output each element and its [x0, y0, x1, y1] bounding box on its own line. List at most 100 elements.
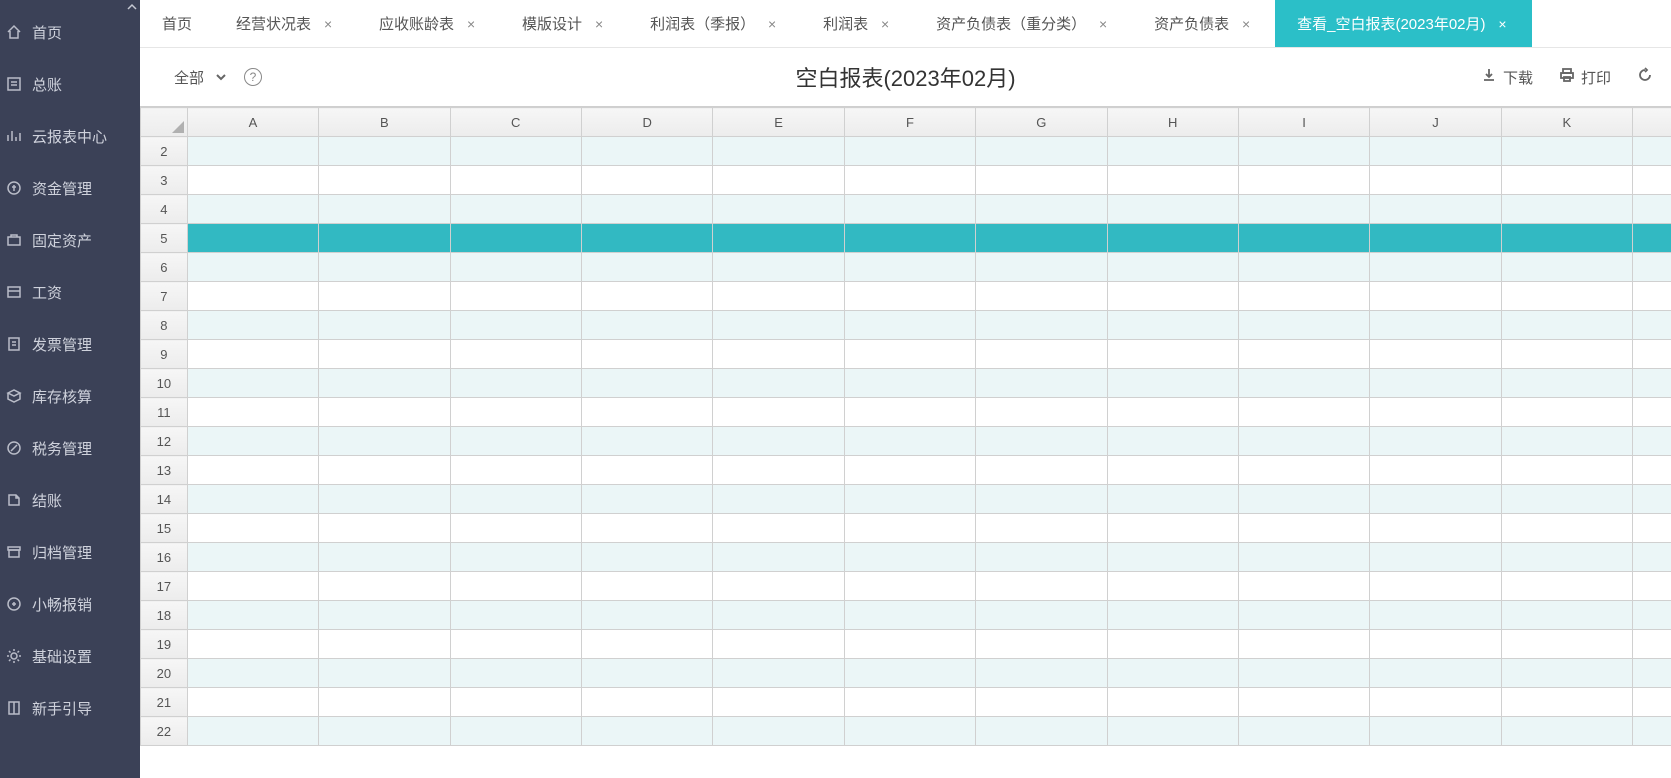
cell[interactable] — [319, 137, 450, 166]
cell[interactable] — [1370, 601, 1501, 630]
cell[interactable] — [450, 688, 581, 717]
cell[interactable] — [976, 427, 1107, 456]
row-header-4[interactable]: 4 — [141, 195, 188, 224]
cell[interactable] — [1633, 601, 1671, 630]
cell[interactable] — [1633, 282, 1671, 311]
cell[interactable] — [581, 311, 712, 340]
cell[interactable] — [976, 717, 1107, 746]
cell[interactable] — [1107, 166, 1238, 195]
cell[interactable] — [713, 340, 844, 369]
cell[interactable] — [581, 166, 712, 195]
cell[interactable] — [1501, 456, 1632, 485]
cell[interactable] — [713, 195, 844, 224]
cell[interactable] — [713, 485, 844, 514]
cell[interactable] — [319, 340, 450, 369]
cell[interactable] — [187, 137, 318, 166]
refresh-button[interactable] — [1637, 67, 1651, 87]
cell[interactable] — [976, 659, 1107, 688]
cell[interactable] — [581, 195, 712, 224]
cell[interactable] — [1107, 485, 1238, 514]
cell[interactable] — [1370, 253, 1501, 282]
cell[interactable] — [713, 514, 844, 543]
tab-5[interactable]: 利润表× — [801, 0, 914, 47]
cell[interactable] — [1370, 717, 1501, 746]
cell[interactable] — [713, 717, 844, 746]
row-header-13[interactable]: 13 — [141, 456, 188, 485]
cell[interactable] — [581, 340, 712, 369]
cell[interactable] — [1238, 253, 1369, 282]
cell[interactable] — [1370, 630, 1501, 659]
cell[interactable] — [1370, 659, 1501, 688]
cell[interactable] — [976, 398, 1107, 427]
cell[interactable] — [450, 311, 581, 340]
cell[interactable] — [1501, 282, 1632, 311]
cell[interactable] — [187, 485, 318, 514]
cell[interactable] — [1238, 137, 1369, 166]
cell[interactable] — [1107, 456, 1238, 485]
cell[interactable] — [1238, 572, 1369, 601]
cell[interactable] — [1501, 717, 1632, 746]
cell[interactable] — [450, 427, 581, 456]
cell[interactable] — [1370, 398, 1501, 427]
sidebar-item-6[interactable]: 发票管理 — [0, 318, 140, 370]
cell[interactable] — [1107, 601, 1238, 630]
cell[interactable] — [187, 717, 318, 746]
cell[interactable] — [1633, 311, 1671, 340]
cell[interactable] — [187, 630, 318, 659]
cell[interactable] — [1501, 514, 1632, 543]
cell[interactable] — [187, 253, 318, 282]
cell[interactable] — [1107, 137, 1238, 166]
cell[interactable] — [1370, 543, 1501, 572]
cell[interactable] — [844, 688, 975, 717]
cell[interactable] — [187, 514, 318, 543]
row-header-22[interactable]: 22 — [141, 717, 188, 746]
close-icon[interactable]: × — [878, 16, 892, 32]
cell[interactable] — [319, 659, 450, 688]
cell[interactable] — [1501, 340, 1632, 369]
cell[interactable] — [581, 601, 712, 630]
tab-4[interactable]: 利润表（季报）× — [628, 0, 801, 47]
cell[interactable] — [1633, 195, 1671, 224]
cell[interactable] — [713, 456, 844, 485]
sidebar-item-4[interactable]: 固定资产 — [0, 214, 140, 266]
cell[interactable] — [1238, 485, 1369, 514]
cell[interactable] — [1107, 398, 1238, 427]
row-header-6[interactable]: 6 — [141, 253, 188, 282]
row-header-14[interactable]: 14 — [141, 485, 188, 514]
cell[interactable] — [976, 137, 1107, 166]
cell[interactable] — [713, 137, 844, 166]
cell[interactable] — [319, 282, 450, 311]
cell[interactable] — [713, 224, 844, 253]
col-header-A[interactable]: A — [187, 108, 318, 137]
col-header-K[interactable]: K — [1501, 108, 1632, 137]
cell[interactable] — [319, 572, 450, 601]
cell[interactable] — [1370, 224, 1501, 253]
cell[interactable] — [581, 137, 712, 166]
sidebar-item-13[interactable]: 新手引导 — [0, 682, 140, 734]
cell[interactable] — [713, 311, 844, 340]
cell[interactable] — [187, 688, 318, 717]
cell[interactable] — [1107, 369, 1238, 398]
row-header-20[interactable]: 20 — [141, 659, 188, 688]
cell[interactable] — [450, 630, 581, 659]
cell[interactable] — [187, 282, 318, 311]
cell[interactable] — [1633, 630, 1671, 659]
filter-dropdown[interactable]: 全部 ? — [174, 67, 262, 88]
cell[interactable] — [1633, 659, 1671, 688]
cell[interactable] — [581, 485, 712, 514]
cell[interactable] — [581, 514, 712, 543]
cell[interactable] — [844, 166, 975, 195]
cell[interactable] — [1633, 514, 1671, 543]
cell[interactable] — [713, 282, 844, 311]
cell[interactable] — [1238, 340, 1369, 369]
cell[interactable] — [187, 195, 318, 224]
cell[interactable] — [450, 224, 581, 253]
cell[interactable] — [976, 601, 1107, 630]
cell[interactable] — [1370, 514, 1501, 543]
cell[interactable] — [844, 398, 975, 427]
cell[interactable] — [1633, 166, 1671, 195]
row-header-10[interactable]: 10 — [141, 369, 188, 398]
col-header-extra[interactable] — [1633, 108, 1671, 137]
cell[interactable] — [1370, 485, 1501, 514]
cell[interactable] — [319, 253, 450, 282]
